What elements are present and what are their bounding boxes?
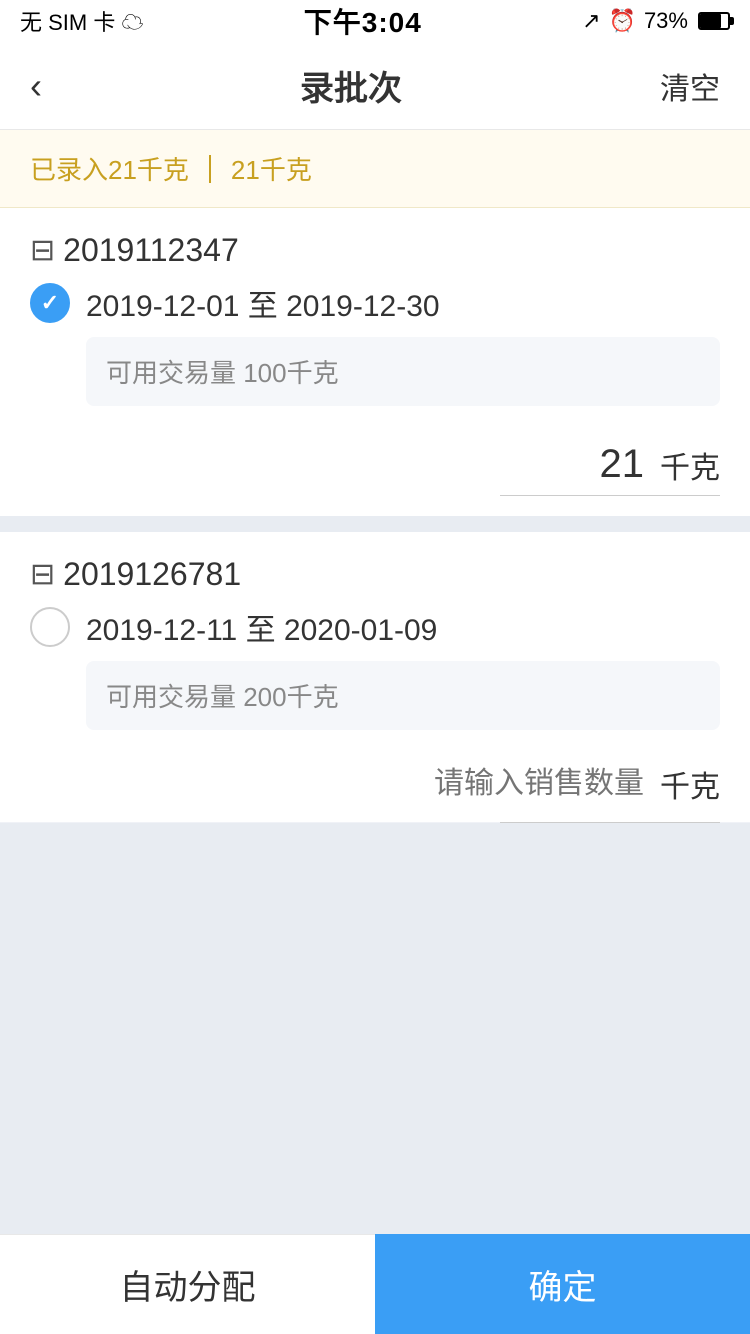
batch-2-date-row: 2019-12-11 至 2020-01-09 (30, 605, 720, 649)
batch-1-id: 2019112347 (63, 232, 239, 269)
batch-1-qty: 可用交易量 100千克 (86, 337, 720, 406)
sim-status: 无 SIM 卡 ☁ (20, 5, 143, 37)
banner-divider (209, 155, 211, 183)
battery-text: 73% (644, 8, 688, 34)
status-time: 下午3:04 (304, 1, 422, 41)
battery-icon (698, 12, 730, 30)
section-divider-1 (0, 516, 750, 532)
batch-2-qty: 可用交易量 200千克 (86, 661, 720, 730)
batch-1-amount-unit: 千克 (660, 443, 720, 487)
batch-1-date: 2019-12-01 至 2019-12-30 (86, 281, 440, 325)
background-area (0, 823, 750, 1303)
batch-1-icon: ⊟ (30, 233, 55, 268)
batch-1-amount-row: 21 千克 (0, 422, 750, 516)
batch-1-amount-value: 21 (600, 442, 645, 487)
batch-2-radio[interactable] (30, 607, 70, 647)
batch-2-header: ⊟ 2019126781 (30, 556, 720, 593)
back-button[interactable]: ‹ (30, 65, 42, 107)
batch-card-2: ⊟ 2019126781 2019-12-11 至 2020-01-09 可用交… (0, 532, 750, 746)
page-title: 录批次 (300, 61, 402, 110)
batch-2-date: 2019-12-11 至 2020-01-09 (86, 605, 437, 649)
batch-1-underline (500, 495, 720, 496)
batch-1-radio[interactable] (30, 283, 70, 323)
info-banner: 已录入21千克 21千克 (0, 130, 750, 208)
status-bar: 无 SIM 卡 ☁ 下午3:04 ↗ ⏰ 73% (0, 0, 750, 42)
batch-2-input-unit: 千克 (660, 762, 720, 806)
confirm-button[interactable]: 确定 (375, 1234, 750, 1334)
batch-2-quantity-input[interactable] (30, 767, 644, 801)
recorded-label: 已录入21千克 (30, 150, 189, 187)
auto-distribute-button[interactable]: 自动分配 (0, 1234, 375, 1334)
status-right: ↗ ⏰ 73% (582, 8, 730, 34)
batch-card-1: ⊟ 2019112347 2019-12-01 至 2019-12-30 可用交… (0, 208, 750, 422)
bottom-bar: 自动分配 确定 (0, 1234, 750, 1334)
nav-bar: ‹ 录批次 清空 (0, 42, 750, 130)
batch-1-date-row: 2019-12-01 至 2019-12-30 (30, 281, 720, 325)
batch-2-icon: ⊟ (30, 557, 55, 592)
recorded-value: 21千克 (231, 150, 312, 187)
alarm-icon: ⏰ (609, 8, 636, 34)
clear-button[interactable]: 清空 (660, 64, 720, 108)
batch-1-header: ⊟ 2019112347 (30, 232, 720, 269)
batch-2-input-row: 千克 (0, 746, 750, 822)
batch-2-id: 2019126781 (63, 556, 241, 593)
status-left: 无 SIM 卡 ☁ (20, 5, 143, 37)
location-icon: ↗ (582, 8, 600, 34)
